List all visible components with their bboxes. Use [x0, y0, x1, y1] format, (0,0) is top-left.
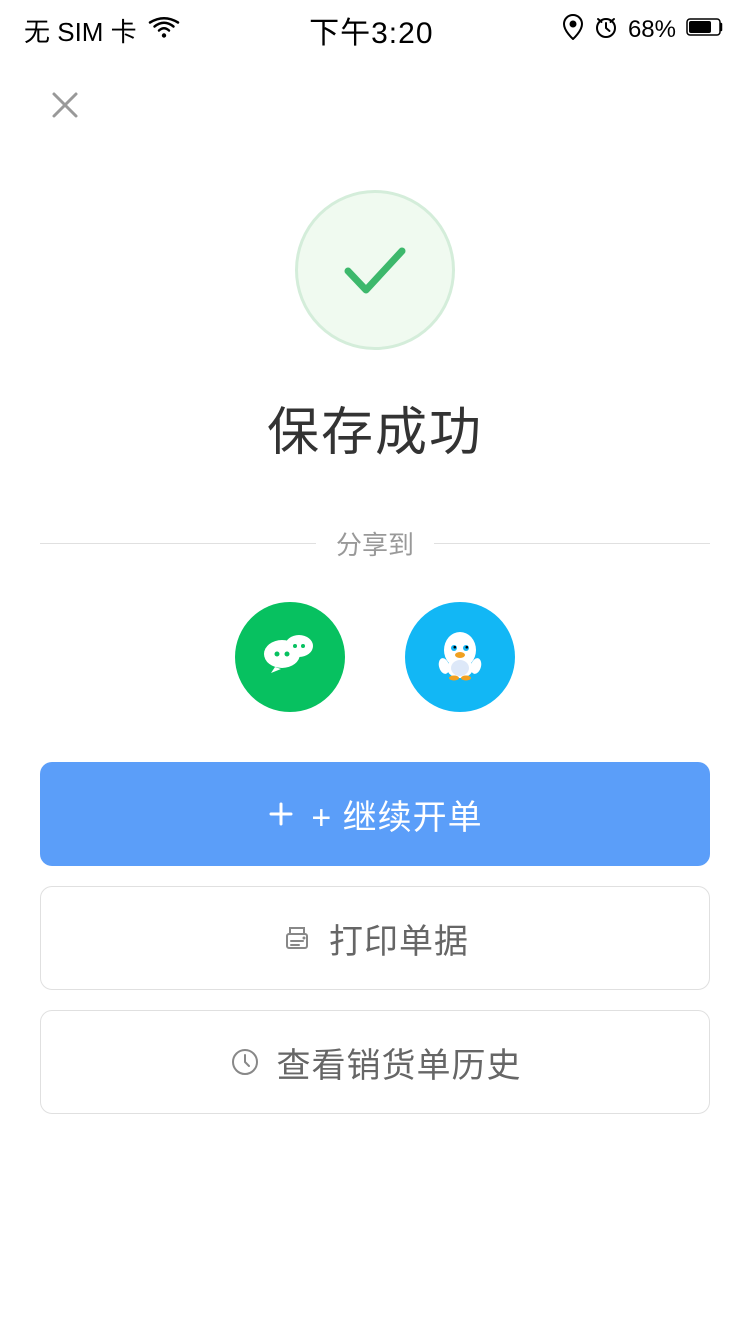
action-buttons: + 继续开单 打印单据 查看销货单历史: [40, 762, 710, 1114]
share-wechat-button[interactable]: [235, 602, 345, 712]
close-button[interactable]: [40, 80, 90, 130]
page-content: 保存成功 分享到: [0, 60, 750, 1334]
continue-button[interactable]: + 继续开单: [40, 762, 710, 866]
print-icon: [281, 922, 313, 954]
share-divider: 分享到: [40, 525, 710, 562]
share-qq-button[interactable]: [405, 602, 515, 712]
success-title: 保存成功: [267, 390, 483, 465]
battery-icon: [686, 16, 726, 45]
share-icons: [40, 602, 710, 712]
status-carrier: 无 SIM 卡: [24, 12, 181, 49]
status-bar: 无 SIM 卡 下午3:20: [0, 0, 750, 60]
history-button[interactable]: 查看销货单历史: [40, 1010, 710, 1114]
divider-line-left: [40, 543, 316, 544]
status-time: 下午3:20: [309, 8, 433, 52]
battery-text: 68%: [628, 16, 676, 44]
carrier-text: 无 SIM 卡: [24, 12, 137, 49]
plus-icon: [267, 800, 295, 828]
status-right: 68%: [562, 14, 726, 47]
share-section: 分享到: [40, 525, 710, 712]
alarm-icon: [594, 14, 618, 47]
continue-label: + 继续开单: [311, 790, 482, 839]
share-label: 分享到: [336, 525, 414, 562]
print-label: 打印单据: [329, 914, 469, 963]
location-icon: [562, 14, 584, 47]
history-icon: [229, 1046, 261, 1078]
wifi-icon: [147, 15, 181, 46]
success-icon: [295, 190, 455, 350]
print-button[interactable]: 打印单据: [40, 886, 710, 990]
divider-line-right: [434, 543, 710, 544]
history-label: 查看销货单历史: [277, 1038, 522, 1087]
